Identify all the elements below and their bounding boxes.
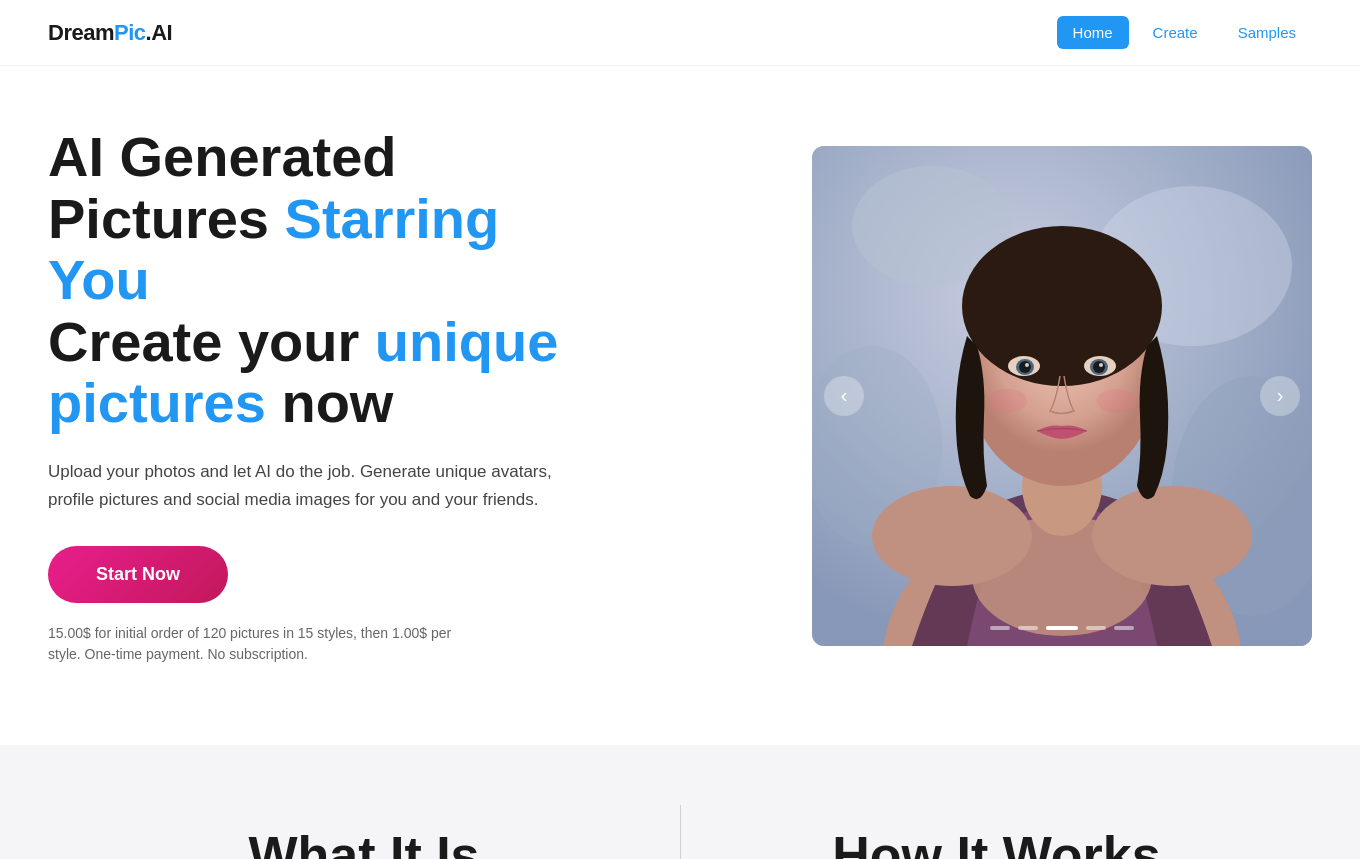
what-it-is-title: What It Is bbox=[88, 825, 640, 859]
logo: DreamPic.AI bbox=[48, 20, 172, 46]
svg-point-21 bbox=[1097, 389, 1137, 413]
how-it-works-section: How It Works bbox=[680, 805, 1312, 859]
portrait-illustration bbox=[812, 146, 1312, 646]
carousel-dot-5[interactable] bbox=[1114, 626, 1134, 630]
hero-title-line2-black: Pictures bbox=[48, 187, 285, 250]
bottom-grid: What It Is How It Works bbox=[48, 805, 1312, 859]
nav-create[interactable]: Create bbox=[1137, 16, 1214, 49]
svg-point-20 bbox=[987, 389, 1027, 413]
carousel-dot-2[interactable] bbox=[1018, 626, 1038, 630]
carousel-dot-4[interactable] bbox=[1086, 626, 1106, 630]
what-it-is-section: What It Is bbox=[48, 805, 680, 859]
nav-samples[interactable]: Samples bbox=[1222, 16, 1312, 49]
chevron-right-icon: › bbox=[1277, 384, 1284, 407]
svg-point-17 bbox=[1093, 361, 1105, 373]
hero-title-starring: Starring bbox=[285, 187, 500, 250]
bottom-section: What It Is How It Works bbox=[0, 745, 1360, 859]
nav-links: Home Create Samples bbox=[1057, 16, 1312, 49]
logo-dream: Dream bbox=[48, 20, 114, 45]
carousel: ‹ › bbox=[812, 146, 1312, 646]
navbar: DreamPic.AI Home Create Samples bbox=[0, 0, 1360, 66]
hero-title-line1: AI Generated bbox=[48, 125, 397, 188]
carousel-dot-3[interactable] bbox=[1046, 626, 1078, 630]
hero-title-unique: unique bbox=[375, 310, 559, 373]
svg-point-7 bbox=[872, 486, 1032, 586]
svg-point-8 bbox=[1092, 486, 1252, 586]
hero-section: AI Generated Pictures Starring You Creat… bbox=[0, 66, 1360, 745]
svg-point-11 bbox=[962, 226, 1162, 386]
how-it-works-title: How It Works bbox=[721, 825, 1272, 859]
hero-title-now: now bbox=[266, 371, 394, 434]
logo-ai: .AI bbox=[146, 20, 173, 45]
hero-description: Upload your photos and let AI do the job… bbox=[48, 458, 568, 514]
carousel-prev-button[interactable]: ‹ bbox=[824, 376, 864, 416]
nav-home[interactable]: Home bbox=[1057, 16, 1129, 49]
hero-content: AI Generated Pictures Starring You Creat… bbox=[48, 126, 648, 665]
hero-title-create: Create your bbox=[48, 310, 375, 373]
start-now-button[interactable]: Start Now bbox=[48, 546, 228, 603]
pricing-note: 15.00$ for initial order of 120 pictures… bbox=[48, 623, 468, 665]
svg-point-16 bbox=[1019, 361, 1031, 373]
hero-image-carousel: ‹ › bbox=[812, 146, 1312, 646]
carousel-dots bbox=[990, 626, 1134, 630]
svg-point-19 bbox=[1099, 363, 1103, 367]
hero-title-pictures: pictures bbox=[48, 371, 266, 434]
hero-title-you: You bbox=[48, 248, 150, 311]
carousel-dot-1[interactable] bbox=[990, 626, 1010, 630]
logo-pic: Pic bbox=[114, 20, 146, 45]
carousel-image bbox=[812, 146, 1312, 646]
hero-title: AI Generated Pictures Starring You Creat… bbox=[48, 126, 648, 434]
chevron-left-icon: ‹ bbox=[841, 384, 848, 407]
svg-point-18 bbox=[1025, 363, 1029, 367]
carousel-next-button[interactable]: › bbox=[1260, 376, 1300, 416]
